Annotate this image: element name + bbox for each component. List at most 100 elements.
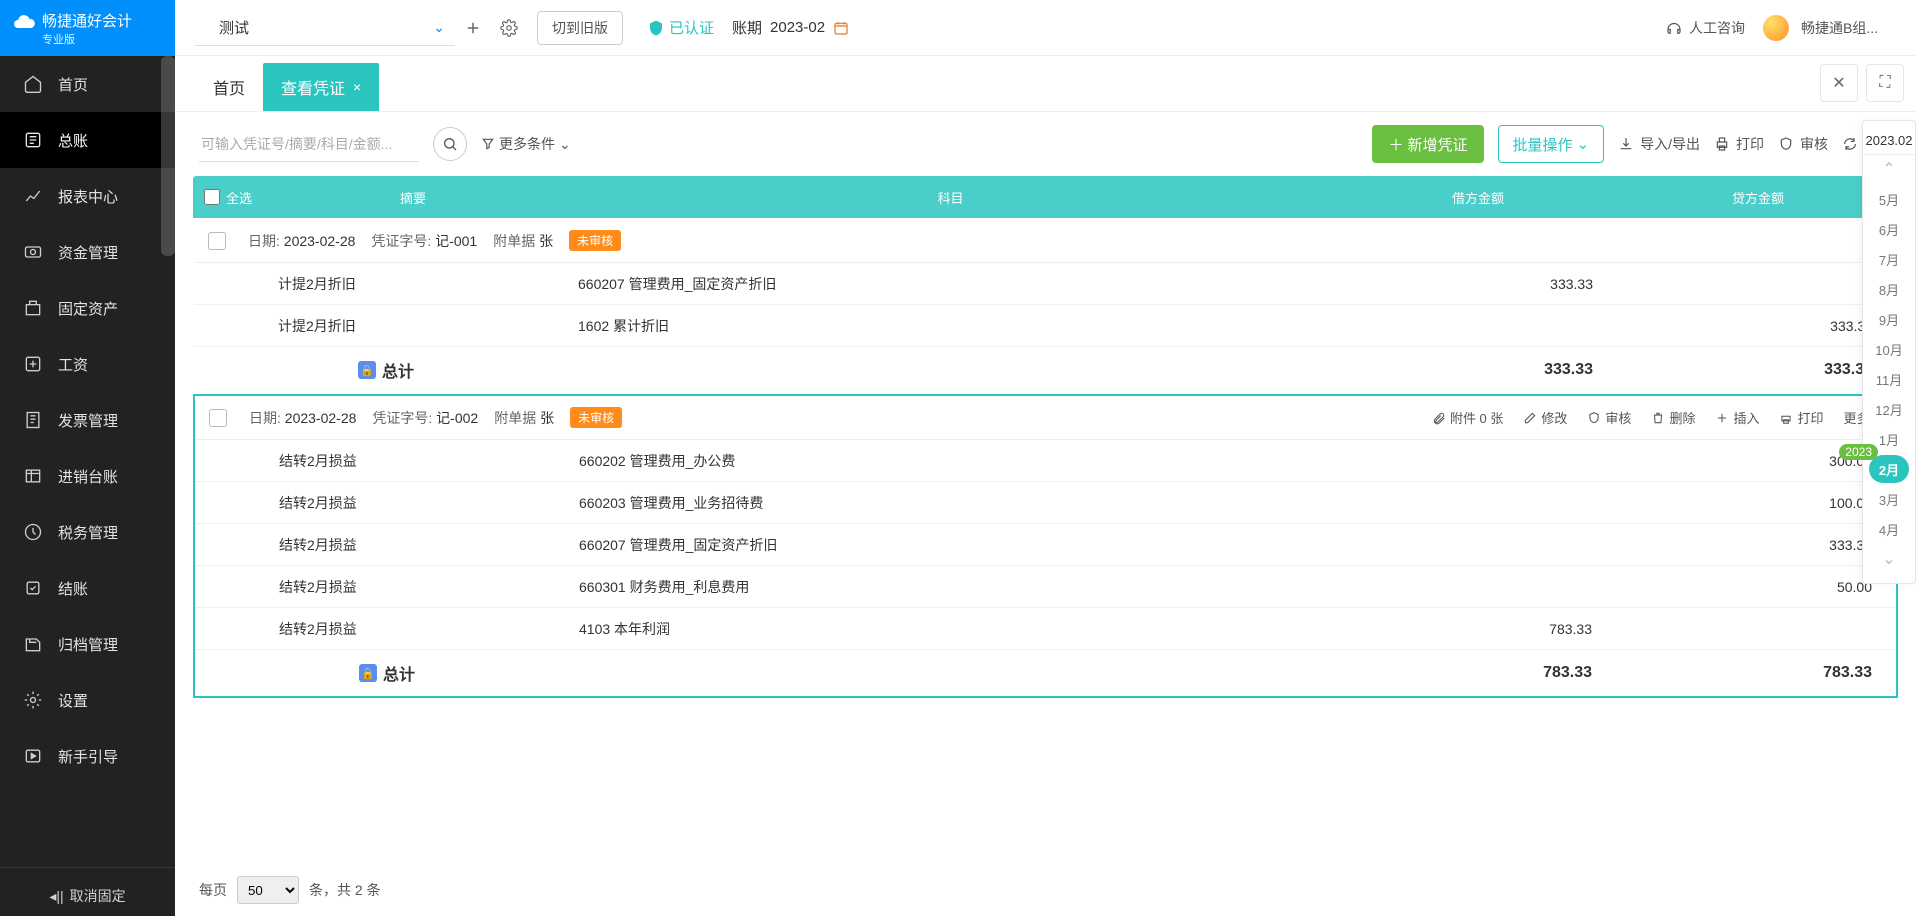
voucher-entry-row[interactable]: 结转2月损益660207 管理费用_固定资产折旧333.33 <box>195 524 1896 566</box>
edit-button[interactable]: 修改 <box>1523 408 1567 427</box>
period-month[interactable]: 3月 <box>1869 485 1909 513</box>
pagination: 每页 50 条，共 2 条 <box>199 876 381 904</box>
print-row-button[interactable]: 打印 <box>1779 408 1823 427</box>
status-badge: 未审核 <box>570 407 622 428</box>
sidebar-item-0[interactable]: 首页 <box>0 56 175 112</box>
voucher-card[interactable]: 日期: 2023-02-28凭证字号: 记-001附单据 张未审核计提2月折旧6… <box>193 218 1898 394</box>
top-bar: 测试 ⌄ 切到旧版 已认证 账期 2023-02 人工咨询 畅捷通B组... <box>0 0 1916 56</box>
tab-home[interactable]: 首页 <box>195 63 263 111</box>
sidebar-icon <box>22 297 44 319</box>
period-month[interactable]: 7月 <box>1869 245 1909 273</box>
tabs-row: 首页 查看凭证 × ✕ ⛶ <box>175 56 1916 112</box>
sidebar-item-2[interactable]: 报表中心 <box>0 168 175 224</box>
close-tab-button[interactable]: ✕ <box>1820 64 1858 102</box>
scrollbar[interactable] <box>161 56 175 256</box>
period-month[interactable]: 12月 <box>1869 395 1909 423</box>
lock-icon: 🔒 <box>359 664 377 682</box>
search-input[interactable] <box>199 126 419 162</box>
calendar-icon[interactable] <box>833 20 849 36</box>
voucher-entry-row[interactable]: 计提2月折旧1602 累计折旧333.33 <box>194 305 1897 347</box>
sidebar-item-10[interactable]: 归档管理 <box>0 616 175 672</box>
col-subject-header: 科目 <box>563 188 1338 207</box>
sidebar-icon <box>22 241 44 263</box>
sidebar-item-7[interactable]: 进销台账 <box>0 448 175 504</box>
period-month[interactable]: 5月 <box>1869 185 1909 213</box>
current-period-display: 2023.02 <box>1863 125 1915 155</box>
period-panel: 2023.02 ⌃ 5月6月7月8月9月10月11月12月1月2月3月4月 ⌄ <box>1862 120 1916 584</box>
import-export-button[interactable]: 导入/导出 <box>1618 134 1700 154</box>
switch-old-version-button[interactable]: 切到旧版 <box>537 11 623 45</box>
row-checkbox[interactable] <box>208 232 226 250</box>
period-month[interactable]: 9月 <box>1869 305 1909 333</box>
voucher-card[interactable]: 日期: 2023-02-28凭证字号: 记-002附单据 张未审核附件 0 张修… <box>193 394 1898 698</box>
row-checkbox[interactable] <box>209 409 227 427</box>
certified-badge: 已认证 <box>647 17 714 38</box>
period-month[interactable]: 8月 <box>1869 275 1909 303</box>
voucher-entry-row[interactable]: 结转2月损益660202 管理费用_办公费300.00 <box>195 440 1896 482</box>
sidebar-icon <box>22 185 44 207</box>
printer-icon <box>1714 136 1730 152</box>
search-button[interactable] <box>433 127 467 161</box>
logo-subtitle: 专业版 <box>42 31 175 47</box>
company-dropdown[interactable]: 测试 ⌄ <box>195 10 455 46</box>
new-voucher-button[interactable]: ＋新增凭证 <box>1372 125 1483 163</box>
sidebar-item-8[interactable]: 税务管理 <box>0 504 175 560</box>
select-all-checkbox[interactable]: 全选 <box>193 188 263 207</box>
sidebar-item-3[interactable]: 资金管理 <box>0 224 175 280</box>
col-credit-header: 贷方金额 <box>1618 188 1898 207</box>
sidebar-item-1[interactable]: 总账 <box>0 112 175 168</box>
sidebar-item-6[interactable]: 发票管理 <box>0 392 175 448</box>
main-panel: 首页 查看凭证 × ✕ ⛶ 更多条件 ⌄ ＋新增凭证 批量操作⌄ 导入/导出 打… <box>175 56 1916 916</box>
close-icon[interactable]: × <box>353 79 361 95</box>
audit-button[interactable]: 审核 <box>1778 134 1828 154</box>
fullscreen-button[interactable]: ⛶ <box>1866 64 1904 102</box>
sidebar-item-12[interactable]: 新手引导 <box>0 728 175 784</box>
voucher-entry-row[interactable]: 计提2月折旧660207 管理费用_固定资产折旧333.33 <box>194 263 1897 305</box>
period-month[interactable]: 6月 <box>1869 215 1909 243</box>
tab-view-voucher[interactable]: 查看凭证 × <box>263 63 379 111</box>
add-company-button[interactable] <box>455 10 491 46</box>
chevron-down-icon: ⌄ <box>559 136 571 153</box>
settings-icon-button[interactable] <box>491 10 527 46</box>
filter-icon <box>481 137 495 151</box>
voucher-entry-row[interactable]: 结转2月损益660203 管理费用_业务招待费100.00 <box>195 482 1896 524</box>
period-month[interactable]: 2月 <box>1869 455 1909 483</box>
lock-icon: 🔒 <box>358 361 376 379</box>
sidebar-icon <box>22 521 44 543</box>
batch-operation-button[interactable]: 批量操作⌄ <box>1498 125 1605 163</box>
attachment-link[interactable]: 附件 0 张 <box>1432 408 1503 427</box>
chevron-down-icon: ⌄ <box>433 19 445 36</box>
scroll-up-button[interactable]: ⌃ <box>1882 155 1895 183</box>
sidebar-item-9[interactable]: 结账 <box>0 560 175 616</box>
pin-icon: ◂|| <box>49 888 63 905</box>
shield-icon <box>1778 136 1794 152</box>
print-button[interactable]: 打印 <box>1714 134 1764 154</box>
sidebar-item-5[interactable]: 工资 <box>0 336 175 392</box>
more-conditions-button[interactable]: 更多条件 ⌄ <box>481 134 571 154</box>
grid-header: 全选 摘要 科目 借方金额 贷方金额 <box>193 176 1898 218</box>
period-month[interactable]: 4月 <box>1869 515 1909 543</box>
sidebar-item-4[interactable]: 固定资产 <box>0 280 175 336</box>
voucher-entry-row[interactable]: 结转2月损益660301 财务费用_利息费用50.00 <box>195 566 1896 608</box>
user-menu[interactable]: 畅捷通B组... <box>1763 15 1878 41</box>
period-value[interactable]: 2023-02 <box>770 19 825 36</box>
audit-button[interactable]: 审核 <box>1587 408 1631 427</box>
period-month[interactable]: 11月 <box>1869 365 1909 393</box>
unpin-button[interactable]: ◂|| 取消固定 <box>0 886 175 906</box>
consult-button[interactable]: 人工咨询 <box>1665 18 1745 38</box>
voucher-total-row: 🔒总计783.33783.33 <box>195 650 1896 696</box>
sidebar-icon <box>22 73 44 95</box>
sidebar-icon <box>22 633 44 655</box>
year-badge: 2023 <box>1839 444 1878 460</box>
sidebar-item-11[interactable]: 设置 <box>0 672 175 728</box>
app-logo: 畅捷通好会计 专业版 <box>0 0 175 56</box>
insert-button[interactable]: 插入 <box>1715 408 1759 427</box>
period-month[interactable]: 10月 <box>1869 335 1909 363</box>
refresh-icon <box>1842 136 1858 152</box>
delete-button[interactable]: 删除 <box>1651 408 1695 427</box>
sidebar-icon <box>22 353 44 375</box>
scroll-down-button[interactable]: ⌄ <box>1882 545 1895 573</box>
voucher-entry-row[interactable]: 结转2月损益4103 本年利润783.33 <box>195 608 1896 650</box>
page-size-select[interactable]: 50 <box>237 876 299 904</box>
voucher-header: 日期: 2023-02-28凭证字号: 记-001附单据 张未审核 <box>194 219 1897 263</box>
